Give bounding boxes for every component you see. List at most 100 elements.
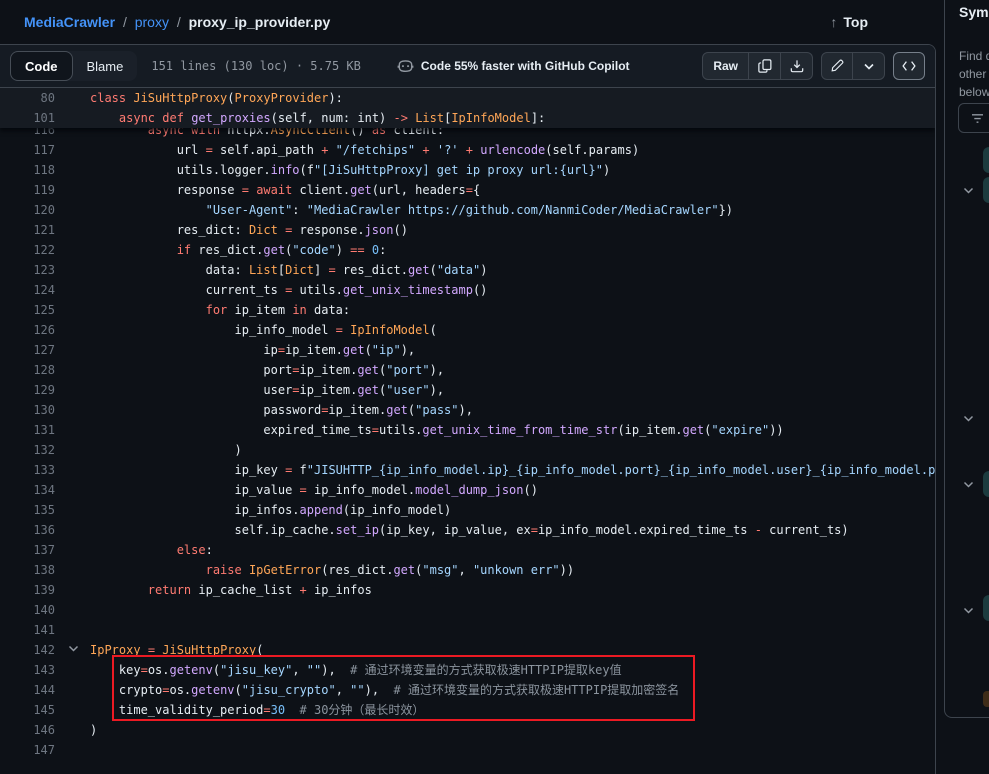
code-text: ip_infos.append(ip_info_model): [90, 500, 935, 520]
line-number[interactable]: 120: [0, 200, 55, 220]
code-line: 118 utils.logger.info(f"[JiSuHttpProxy] …: [0, 160, 935, 180]
line-number[interactable]: 134: [0, 480, 55, 500]
line-number[interactable]: 140: [0, 600, 55, 620]
code-text: ): [90, 720, 935, 740]
code-text: time_validity_period=30 # 30分钟（最长时效）: [90, 700, 935, 720]
edit-group: [821, 52, 885, 80]
gutter-spacer: [55, 108, 90, 128]
symbols-panel-title: Symbols: [959, 4, 989, 20]
line-number[interactable]: 121: [0, 220, 55, 240]
line-number[interactable]: 144: [0, 680, 55, 700]
code-text: [90, 620, 935, 640]
edit-button[interactable]: [821, 52, 853, 80]
line-number[interactable]: 135: [0, 500, 55, 520]
code-text: for ip_item in data:: [90, 300, 935, 320]
gutter-spacer: [55, 660, 90, 680]
code-lines: 116 async with httpx.AsyncClient() as cl…: [0, 128, 935, 760]
gutter-spacer: [55, 520, 90, 540]
line-number[interactable]: 132: [0, 440, 55, 460]
line-number[interactable]: 142: [0, 640, 55, 660]
line-number[interactable]: 139: [0, 580, 55, 600]
tab-code[interactable]: Code: [10, 51, 73, 81]
gutter-spacer: [55, 440, 90, 460]
code-text: async with httpx.AsyncClient() as client…: [90, 128, 935, 140]
line-number[interactable]: 124: [0, 280, 55, 300]
line-number[interactable]: 143: [0, 660, 55, 680]
chevron-down-icon[interactable]: [963, 475, 974, 493]
line-number[interactable]: 131: [0, 420, 55, 440]
chevron-down-icon[interactable]: [963, 181, 974, 199]
gutter-spacer: [55, 280, 90, 300]
line-number[interactable]: 101: [0, 108, 55, 128]
code-text: response = await client.get(url, headers…: [90, 180, 935, 200]
breadcrumb-filename: proxy_ip_provider.py: [189, 14, 331, 30]
gutter-spacer: [55, 560, 90, 580]
pencil-icon: [830, 59, 844, 73]
line-number[interactable]: 118: [0, 160, 55, 180]
symbol-pill[interactable]: [983, 595, 989, 621]
line-number[interactable]: 127: [0, 340, 55, 360]
back-to-top-button[interactable]: ↑ Top: [830, 14, 868, 30]
chevron-down-icon[interactable]: [68, 645, 79, 652]
gutter-spacer: [55, 340, 90, 360]
copilot-banner[interactable]: Code 55% faster with GitHub Copilot: [397, 58, 630, 75]
line-number[interactable]: 141: [0, 620, 55, 640]
edit-dropdown-button[interactable]: [853, 52, 885, 80]
chevron-down-icon[interactable]: [963, 409, 974, 427]
code-line: 147: [0, 740, 935, 760]
up-arrow-icon: ↑: [830, 14, 837, 30]
line-number[interactable]: 80: [0, 88, 55, 108]
fold-toggle[interactable]: [55, 640, 90, 660]
back-to-top-label: Top: [843, 14, 868, 30]
raw-button[interactable]: Raw: [702, 52, 749, 80]
code-line: 133 ip_key = f"JISUHTTP_{ip_info_model.i…: [0, 460, 935, 480]
code-line: 141: [0, 620, 935, 640]
file-stats: 151 lines (130 loc) · 5.75 KB: [151, 59, 361, 73]
code-text: raise IpGetError(res_dict.get("msg", "un…: [90, 560, 935, 580]
line-number[interactable]: 146: [0, 720, 55, 740]
line-number[interactable]: 117: [0, 140, 55, 160]
gutter-spacer: [55, 460, 90, 480]
breadcrumb-folder-link[interactable]: proxy: [135, 14, 169, 30]
code-viewer: 80class JiSuHttpProxy(ProxyProvider):101…: [0, 88, 935, 774]
line-number[interactable]: 138: [0, 560, 55, 580]
line-number[interactable]: 116: [0, 128, 55, 140]
line-number[interactable]: 136: [0, 520, 55, 540]
line-number[interactable]: 126: [0, 320, 55, 340]
symbol-pill[interactable]: [983, 691, 989, 707]
symbols-panel: Symbols Find definitions and references …: [944, 0, 989, 718]
line-number[interactable]: 147: [0, 740, 55, 760]
code-text: self.ip_cache.set_ip(ip_key, ip_value, e…: [90, 520, 935, 540]
symbol-pill[interactable]: [983, 147, 989, 173]
gutter-spacer: [55, 720, 90, 740]
line-number[interactable]: 145: [0, 700, 55, 720]
code-line: 123 data: List[Dict] = res_dict.get("dat…: [0, 260, 935, 280]
code-line: 127 ip=ip_item.get("ip"),: [0, 340, 935, 360]
line-number[interactable]: 130: [0, 400, 55, 420]
gutter-spacer: [55, 160, 90, 180]
symbols-toggle-button[interactable]: [893, 52, 925, 80]
line-number[interactable]: 125: [0, 300, 55, 320]
sticky-context-lines[interactable]: 80class JiSuHttpProxy(ProxyProvider):101…: [0, 88, 935, 128]
download-button[interactable]: [781, 52, 813, 80]
symbol-pill[interactable]: [983, 471, 989, 497]
chevron-down-icon[interactable]: [963, 601, 974, 619]
line-number[interactable]: 122: [0, 240, 55, 260]
line-number[interactable]: 119: [0, 180, 55, 200]
tab-blame[interactable]: Blame: [73, 59, 138, 74]
copy-button[interactable]: [749, 52, 781, 80]
code-line: 138 raise IpGetError(res_dict.get("msg",…: [0, 560, 935, 580]
code-text: ip=ip_item.get("ip"),: [90, 340, 935, 360]
line-number[interactable]: 133: [0, 460, 55, 480]
caret-down-icon: [864, 63, 874, 70]
breadcrumb-repo-link[interactable]: MediaCrawler: [24, 14, 115, 30]
symbol-pill[interactable]: [983, 177, 989, 203]
line-number[interactable]: 129: [0, 380, 55, 400]
gutter-spacer: [55, 580, 90, 600]
line-number[interactable]: 123: [0, 260, 55, 280]
line-number[interactable]: 137: [0, 540, 55, 560]
code-text: crypto=os.getenv("jisu_crypto", ""), # 通…: [90, 680, 935, 700]
symbols-filter-input[interactable]: [958, 103, 989, 133]
line-number[interactable]: 128: [0, 360, 55, 380]
gutter-spacer: [55, 300, 90, 320]
